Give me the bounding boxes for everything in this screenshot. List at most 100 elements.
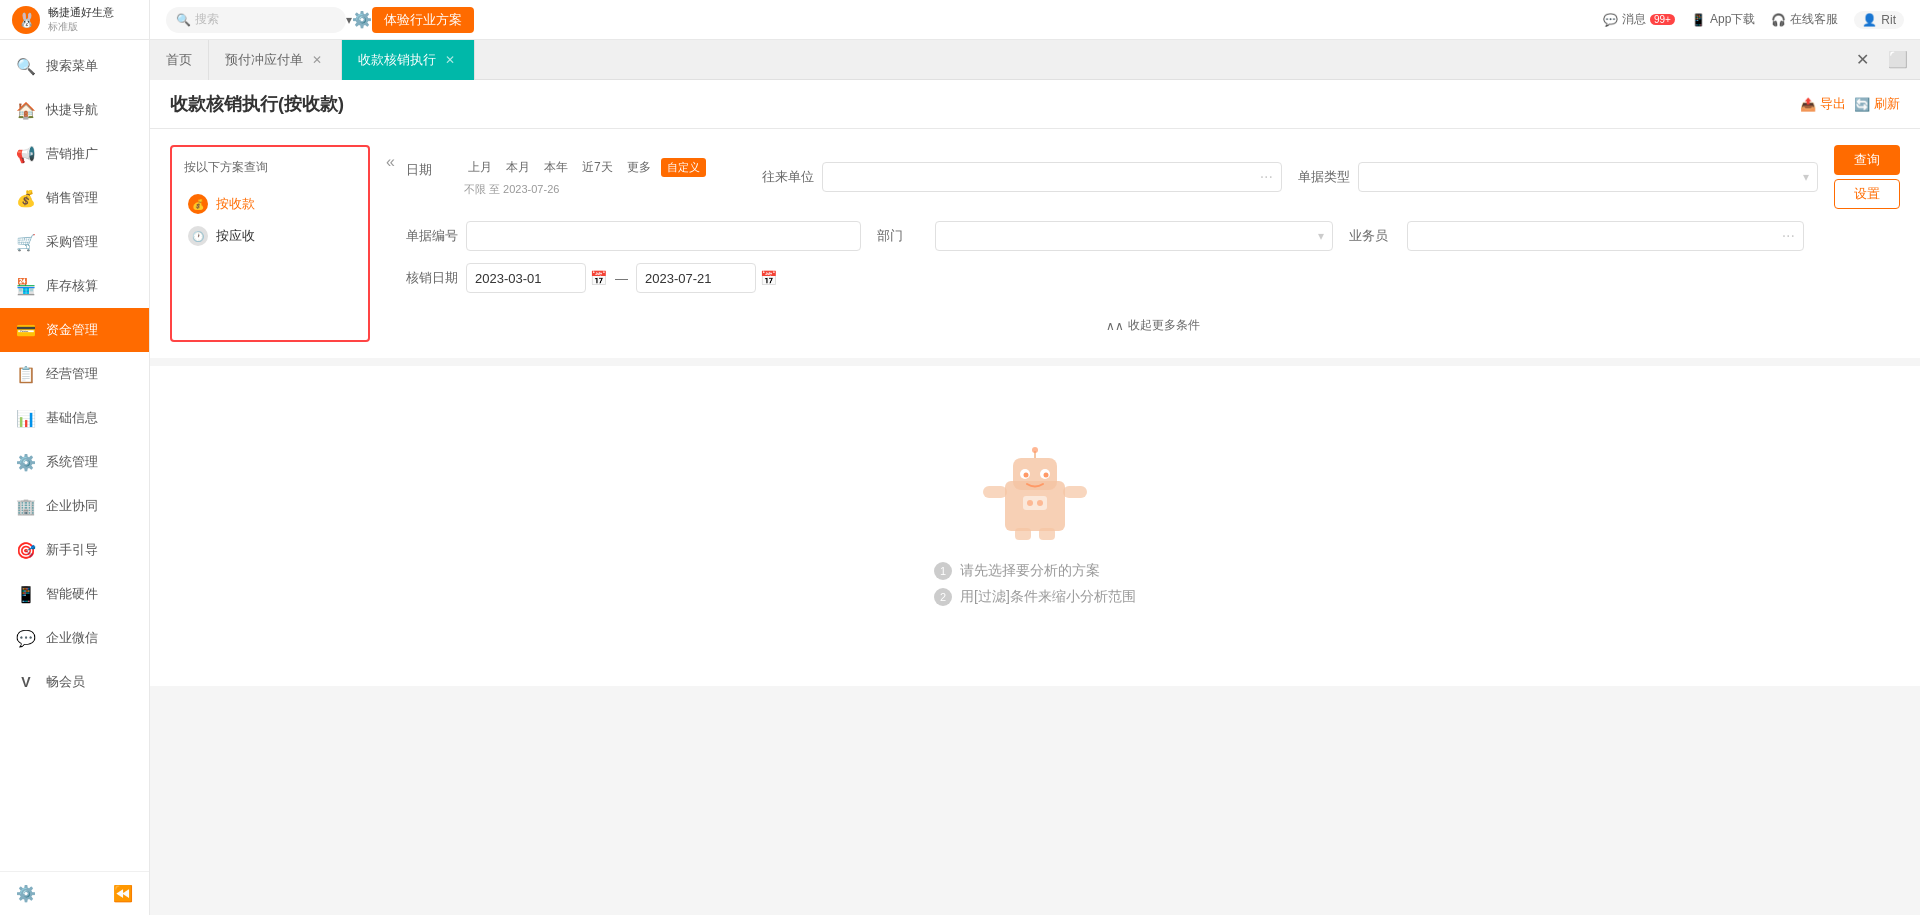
settings-bottom-icon[interactable]: ⚙️ (16, 884, 36, 903)
sidebar-logo: 🐰 畅捷通好生意 标准版 (0, 0, 149, 40)
form-row-1: 日期 上月 本月 本年 近7天 更多 自定义 不限 至 2023-07-26 (406, 145, 1900, 209)
empty-tip-2: 2 用[过滤]条件来缩小分析范围 (934, 588, 1136, 606)
offset-date-start-field: 📅 (466, 263, 607, 293)
smart-hw-icon: 📱 (16, 585, 36, 604)
svg-rect-12 (1023, 496, 1047, 510)
voucher-no-label: 单据编号 (406, 227, 458, 245)
main-content: 收款核销执行(按收款) 📤 导出 🔄 刷新 按以下方案查询 💰 按收款 🕐 按应… (150, 80, 1920, 915)
collapse-filter-icon: « (386, 153, 395, 171)
message-btn[interactable]: 💬 消息 99+ (1603, 11, 1675, 28)
online-service-btn[interactable]: 🎧 在线客服 (1771, 11, 1838, 28)
export-icon: 📤 (1800, 97, 1816, 112)
sidebar-item-member[interactable]: V 畅会员 (0, 660, 149, 704)
sidebar-item-smart-hw[interactable]: 📱 智能硬件 (0, 572, 149, 616)
form-row-2: 单据编号 部门 ▾ 业务员 ··· (406, 221, 1900, 251)
maximize-icon[interactable]: ⬜ (1884, 46, 1912, 74)
counterpart-select[interactable]: ··· (822, 162, 1282, 192)
salesperson-select[interactable]: ··· (1407, 221, 1804, 251)
shortcut-last-month[interactable]: 上月 (464, 157, 496, 178)
svg-rect-9 (1063, 486, 1087, 498)
tab-home[interactable]: 首页 (150, 40, 209, 80)
close-tab-icon[interactable]: ✕ (1848, 46, 1876, 74)
export-btn[interactable]: 📤 导出 (1800, 95, 1846, 113)
svg-rect-10 (1015, 528, 1031, 540)
offset-date-end-field: 📅 (636, 263, 777, 293)
receipt-filter-icon: 💰 (188, 194, 208, 214)
app-icon: 📱 (1691, 13, 1706, 27)
sidebar-item-inventory[interactable]: 🏪 库存核算 (0, 264, 149, 308)
sidebar-item-search-menu[interactable]: 🔍 搜索菜单 (0, 44, 149, 88)
svg-rect-1 (1013, 458, 1057, 490)
counterpart-dots-icon: ··· (1260, 168, 1273, 186)
voucher-type-select[interactable]: ▾ (1358, 162, 1818, 192)
sidebar-item-marketing[interactable]: 📢 营销推广 (0, 132, 149, 176)
sidebar-item-system-mgmt[interactable]: ⚙️ 系统管理 (0, 440, 149, 484)
tab-prepay-offset[interactable]: 预付冲应付单 ✕ (209, 40, 342, 80)
svg-point-14 (1037, 500, 1043, 506)
dept-arrow-icon: ▾ (1318, 229, 1324, 243)
page-header: 收款核销执行(按收款) 📤 导出 🔄 刷新 (150, 80, 1920, 129)
sidebar-item-sales-mgmt[interactable]: 💰 销售管理 (0, 176, 149, 220)
shortcut-this-month[interactable]: 本月 (502, 157, 534, 178)
sidebar-item-guide[interactable]: 🎯 新手引导 (0, 528, 149, 572)
sidebar: 🐰 畅捷通好生意 标准版 🔍 搜索菜单 🏠 快捷导航 📢 营销推广 💰 销售管理… (0, 0, 150, 915)
filter-by-receipt[interactable]: 💰 按收款 (180, 188, 360, 220)
shortcut-this-year[interactable]: 本年 (540, 157, 572, 178)
system-mgmt-icon: ⚙️ (16, 453, 36, 472)
shortcut-7days[interactable]: 近7天 (578, 157, 617, 178)
collapse-more-btn[interactable]: ∧∧ 收起更多条件 (406, 309, 1900, 342)
setting-btn[interactable]: 设置 (1834, 179, 1900, 209)
svg-point-4 (1024, 473, 1029, 478)
logo-icon: 🐰 (12, 6, 40, 34)
voucher-type-label: 单据类型 (1298, 168, 1350, 186)
sidebar-item-wechat[interactable]: 💬 企业微信 (0, 616, 149, 660)
query-setting-btns: 查询 设置 (1834, 145, 1900, 209)
empty-state: 1 请先选择要分析的方案 2 用[过滤]条件来缩小分析范围 (150, 366, 1920, 686)
calendar-start-icon[interactable]: 📅 (590, 270, 607, 286)
tab-bar-actions: ✕ ⬜ (1848, 46, 1920, 74)
calendar-end-icon[interactable]: 📅 (760, 270, 777, 286)
industry-btn[interactable]: 体验行业方案 (372, 7, 474, 33)
page-actions: 📤 导出 🔄 刷新 (1800, 95, 1900, 113)
query-btn[interactable]: 查询 (1834, 145, 1900, 175)
top-search-bar[interactable]: 🔍 搜索 (166, 7, 346, 33)
user-icon: 👤 (1862, 13, 1877, 27)
department-label: 部门 (877, 227, 927, 245)
sidebar-item-basic-info[interactable]: 📊 基础信息 (0, 396, 149, 440)
counterpart-label: 往来单位 (762, 168, 814, 186)
filter-by-receivable[interactable]: 🕐 按应收 (180, 220, 360, 252)
sidebar-item-quick-nav[interactable]: 🏠 快捷导航 (0, 88, 149, 132)
search-menu-icon: 🔍 (16, 57, 36, 76)
quick-nav-icon: 🏠 (16, 101, 36, 120)
inventory-icon: 🏪 (16, 277, 36, 296)
wechat-icon: 💬 (16, 629, 36, 648)
date-field-group: 日期 上月 本月 本年 近7天 更多 自定义 不限 至 2023-07-26 (406, 157, 746, 197)
sidebar-item-purchase-mgmt[interactable]: 🛒 采购管理 (0, 220, 149, 264)
tab-receipt-offset[interactable]: 收款核销执行 ✕ (342, 40, 475, 80)
app-download-btn[interactable]: 📱 App下载 (1691, 11, 1755, 28)
purchase-mgmt-icon: 🛒 (16, 233, 36, 252)
refresh-btn[interactable]: 🔄 刷新 (1854, 95, 1900, 113)
settings-icon[interactable]: ⚙️ (352, 10, 372, 29)
voucher-no-field: 单据编号 (406, 221, 861, 251)
voucher-type-arrow-icon: ▾ (1803, 170, 1809, 184)
marketing-icon: 📢 (16, 145, 36, 164)
collapse-sidebar-btn[interactable]: ⏪ (113, 884, 133, 903)
logo-text: 畅捷通好生意 标准版 (48, 5, 114, 33)
sidebar-item-enterprise-coop[interactable]: 🏢 企业协同 (0, 484, 149, 528)
tab-close-prepay[interactable]: ✕ (309, 52, 325, 68)
svg-rect-8 (983, 486, 1007, 498)
collapse-filter-btn[interactable]: « (386, 145, 406, 342)
department-field: 部门 ▾ (877, 221, 1332, 251)
sidebar-item-fund-mgmt[interactable]: 💳 资金管理 (0, 308, 149, 352)
offset-date-start-input[interactable] (466, 263, 586, 293)
sidebar-item-business-mgmt[interactable]: 📋 经营管理 (0, 352, 149, 396)
date-label: 日期 (406, 157, 456, 179)
tab-close-receipt[interactable]: ✕ (442, 52, 458, 68)
offset-date-end-input[interactable] (636, 263, 756, 293)
voucher-no-input[interactable] (466, 221, 861, 251)
svg-point-13 (1027, 500, 1033, 506)
department-select[interactable]: ▾ (935, 221, 1332, 251)
user-avatar[interactable]: 👤 Rit (1854, 11, 1904, 29)
shortcut-more[interactable]: 更多 (623, 157, 655, 178)
